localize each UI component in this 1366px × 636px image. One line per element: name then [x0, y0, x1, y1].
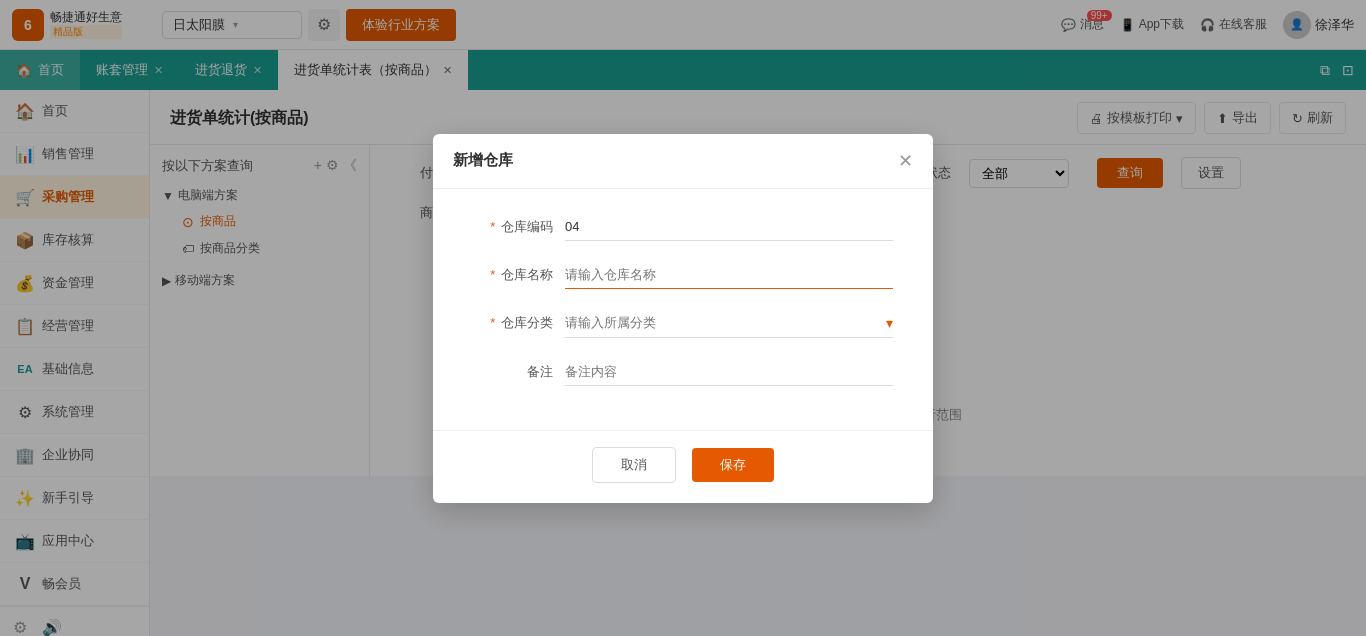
modal-header: 新增仓库 ✕ — [433, 134, 933, 189]
warehouse-code-label: * 仓库编码 — [473, 218, 553, 236]
modal-overlay[interactable]: 新增仓库 ✕ * 仓库编码 * 仓库名称 — [0, 0, 1366, 636]
required-star-code: * — [490, 219, 495, 234]
warehouse-name-input[interactable] — [565, 261, 893, 289]
category-dropdown-arrow[interactable]: ▾ — [886, 315, 893, 331]
save-button[interactable]: 保存 — [692, 448, 774, 482]
modal-body: * 仓库编码 * 仓库名称 * 仓库分类 — [433, 189, 933, 430]
warehouse-code-input[interactable] — [565, 213, 893, 241]
add-warehouse-modal: 新增仓库 ✕ * 仓库编码 * 仓库名称 — [433, 134, 933, 503]
warehouse-category-label: * 仓库分类 — [473, 314, 553, 332]
warehouse-note-input[interactable] — [565, 358, 893, 386]
warehouse-name-label: * 仓库名称 — [473, 266, 553, 284]
required-star-category: * — [490, 315, 495, 330]
required-star-name: * — [490, 267, 495, 282]
modal-close-button[interactable]: ✕ — [898, 150, 913, 172]
warehouse-code-row: * 仓库编码 — [473, 213, 893, 241]
warehouse-category-select-wrap[interactable]: ▾ — [565, 309, 893, 338]
cancel-button[interactable]: 取消 — [592, 447, 676, 483]
modal-footer: 取消 保存 — [433, 430, 933, 503]
warehouse-category-input[interactable] — [565, 315, 886, 330]
modal-title: 新增仓库 — [453, 151, 513, 170]
warehouse-note-label: 备注 — [473, 363, 553, 381]
warehouse-category-row: * 仓库分类 ▾ — [473, 309, 893, 338]
warehouse-name-row: * 仓库名称 — [473, 261, 893, 289]
warehouse-note-row: 备注 — [473, 358, 893, 386]
